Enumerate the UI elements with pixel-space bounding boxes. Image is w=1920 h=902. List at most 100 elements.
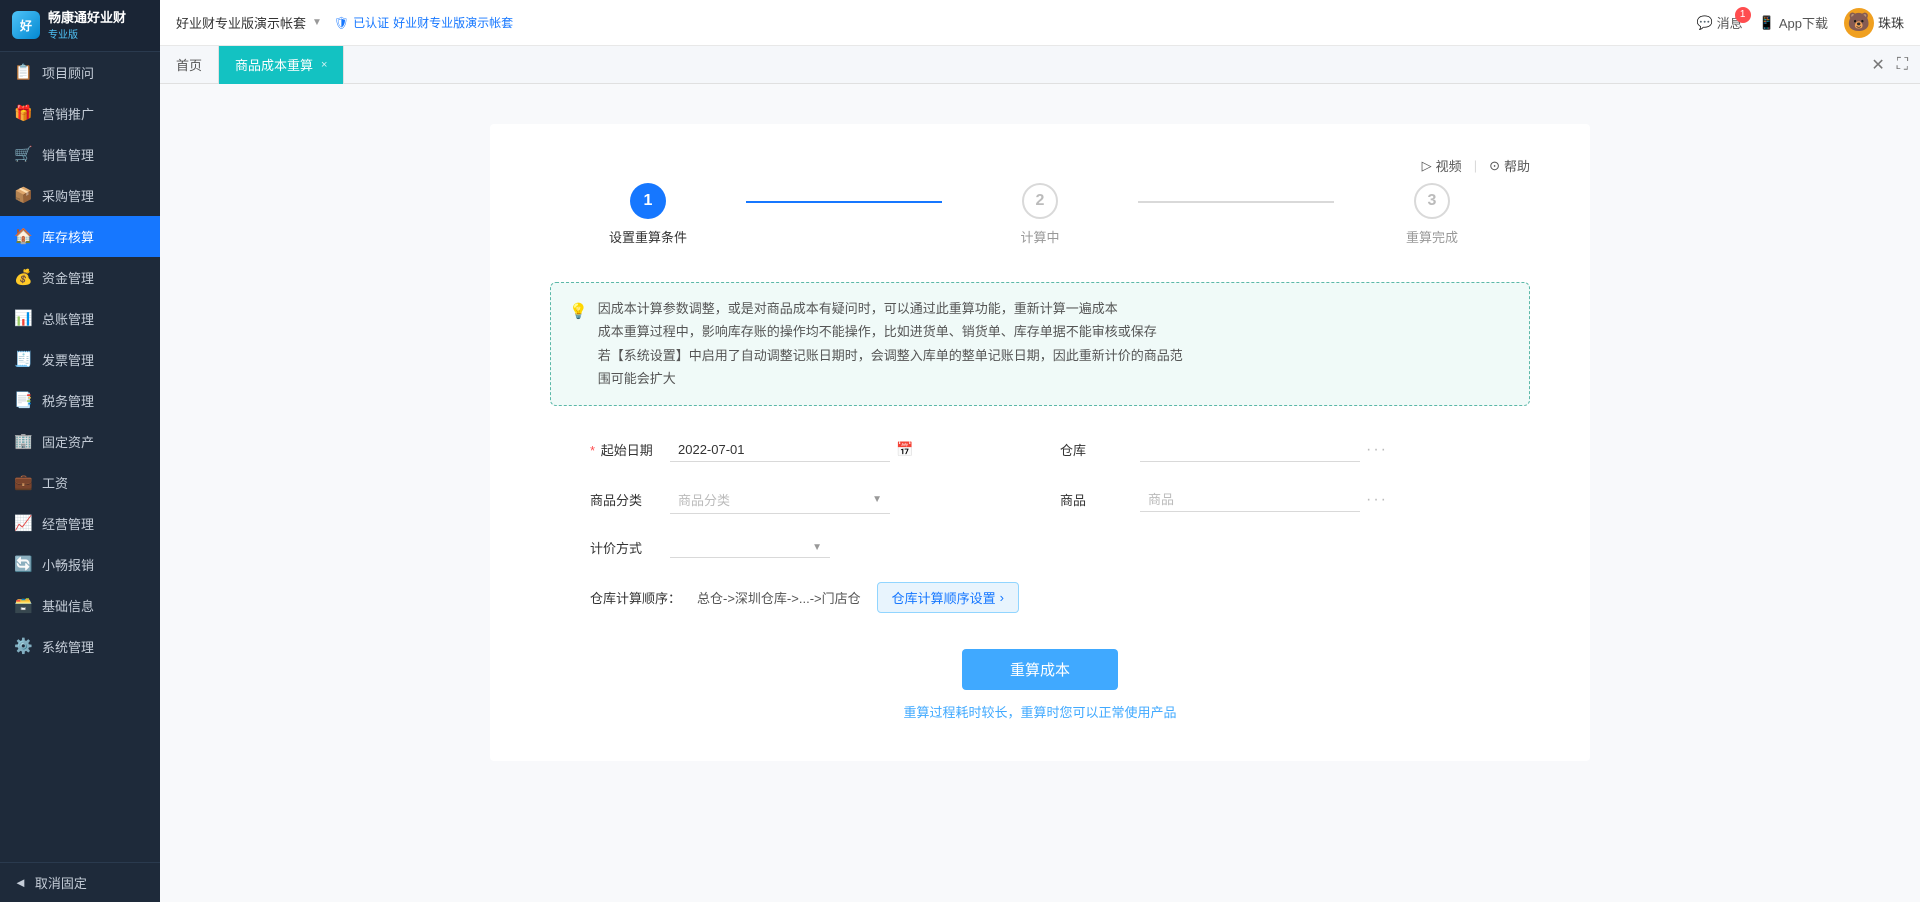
account-selector[interactable]: 好业财专业版演示帐套 ▼ [176,13,322,32]
video-link[interactable]: ▷ 视频 [1422,156,1462,175]
info-box: 💡 因成本计算参数调整，或是对商品成本有疑问时，可以通过此重算功能，重新计算一遍… [550,282,1530,406]
info-text: 因成本计算参数调整，或是对商品成本有疑问时，可以通过此重算功能，重新计算一遍成本… [598,297,1183,391]
app-title-block: 畅康通好业财 专业版 [48,10,126,41]
step-line-2 [1138,201,1334,203]
step-line-1 [746,201,942,203]
expand-button[interactable]: ⛶ [1897,56,1908,74]
step-2-label: 计算中 [1020,227,1059,246]
warehouse-order-btn-label: 仓库计算顺序设置 [892,588,996,607]
sidebar-item-basic[interactable]: 🗃️ 基础信息 [0,585,160,626]
warehouse-order-btn[interactable]: 仓库计算顺序设置 › [877,582,1019,613]
sidebar-label-system: 系统管理 [42,637,94,656]
recalc-section: 重算成本 重算过程耗时较长，重算时您可以正常使用产品 [590,649,1490,721]
shield-icon: 🛡 [334,16,349,30]
tax-icon: 📑 [14,391,32,409]
content-area: ▷ 视频 | ⊙ 帮助 1 设置重算条件 [160,84,1920,902]
stepper: 1 设置重算条件 2 计算中 3 重算完成 [550,183,1530,246]
pricing-chevron-icon: ▼ [812,542,822,553]
sidebar-nav: 📋 项目顾问 🎁 营销推广 🛒 销售管理 📦 采购管理 🏠 库存核算 💰 资金管… [0,52,160,862]
close-button[interactable]: ✕ [1871,55,1884,75]
window-controls: ✕ ⛶ [1871,55,1920,75]
product-more-icon[interactable]: ··· [1366,491,1388,509]
step-1: 1 设置重算条件 [550,183,746,246]
sidebar-label-invoice: 发票管理 [42,350,94,369]
sidebar-label-marketing: 营销推广 [42,104,94,123]
basic-icon: 🗃️ [14,596,32,614]
sidebar-label-project: 项目顾问 [42,63,94,82]
purchase-icon: 📦 [14,186,32,204]
start-date-field: * 起始日期 📅 [590,438,1020,462]
accounting-icon: 📊 [14,309,32,327]
sidebar-item-expense[interactable]: 🔄 小畅报销 [0,544,160,585]
message-button[interactable]: 💬 消息 1 [1696,13,1742,32]
sidebar-item-system[interactable]: ⚙️ 系统管理 [0,626,160,667]
finance-icon: 💰 [14,268,32,286]
pin-label: 取消固定 [35,873,87,892]
sidebar-item-invoice[interactable]: 🧾 发票管理 [0,339,160,380]
recalc-hint: 重算过程耗时较长，重算时您可以正常使用产品 [903,702,1176,721]
username: 珠珠 [1878,13,1904,32]
tabbar: 首页 商品成本重算 × ✕ ⛶ [160,46,1920,84]
verified-badge: 🛡 已认证 好业财专业版演示帐套 [334,14,513,31]
verified-account: 好业财专业版演示帐套 [393,14,513,31]
app-subtitle: 专业版 [48,26,126,41]
sidebar-item-finance[interactable]: 💰 资金管理 [0,257,160,298]
category-select[interactable]: 商品分类 ▼ [670,486,890,514]
form-row-2: 商品分类 商品分类 ▼ 商品 ··· [590,486,1490,514]
sidebar-item-marketing[interactable]: 🎁 营销推广 [0,93,160,134]
required-star: * [590,443,595,458]
info-line-2: 成本重算过程中，影响库存账的操作均不能操作，比如进货单、销货单、库存单据不能审核… [598,320,1183,343]
warehouse-more-icon[interactable]: ··· [1366,441,1388,459]
category-chevron-icon: ▼ [872,494,882,505]
inventory-icon: 🏠 [14,227,32,245]
sidebar-item-accounting[interactable]: 📊 总账管理 [0,298,160,339]
pricing-select[interactable]: ▼ [670,538,830,558]
form-section: * 起始日期 📅 仓库 ··· 商品分类 [590,438,1490,721]
sidebar-footer-pin[interactable]: ◄ 取消固定 [0,862,160,902]
sidebar-label-operations: 经营管理 [42,514,94,533]
help-link[interactable]: ⊙ 帮助 [1489,156,1530,175]
sidebar-item-purchase[interactable]: 📦 采购管理 [0,175,160,216]
product-field: 商品 ··· [1060,488,1490,512]
divider: | [1474,158,1477,173]
sidebar: 好 畅康通好业财 专业版 📋 项目顾问 🎁 营销推广 🛒 销售管理 📦 采购管理… [0,0,160,902]
sidebar-item-payroll[interactable]: 💼 工资 [0,462,160,503]
tab-home[interactable]: 首页 [160,46,219,84]
system-icon: ⚙️ [14,637,32,655]
sidebar-label-inventory: 库存核算 [42,227,94,246]
video-label: 视频 [1436,156,1462,175]
warehouse-input[interactable] [1140,438,1360,462]
product-input[interactable] [1140,488,1360,512]
app-download-button[interactable]: 📱 App下载 [1759,13,1828,32]
info-line-1: 因成本计算参数调整，或是对商品成本有疑问时，可以通过此重算功能，重新计算一遍成本 [598,297,1183,320]
recalc-button[interactable]: 重算成本 [962,649,1118,690]
warehouse-order-row: 仓库计算顺序： 总仓->深圳仓库->...->门店仓 仓库计算顺序设置 › [590,582,1490,613]
step-3: 3 重算完成 [1334,183,1530,246]
sidebar-item-operations[interactable]: 📈 经营管理 [0,503,160,544]
category-label: 商品分类 [590,490,670,509]
calendar-icon[interactable]: 📅 [896,441,913,458]
user-menu[interactable]: 🐻 珠珠 [1844,8,1904,38]
sidebar-item-project[interactable]: 📋 项目顾问 [0,52,160,93]
message-badge: 1 [1735,7,1751,23]
step-2-circle: 2 [1022,183,1058,219]
sidebar-item-tax[interactable]: 📑 税务管理 [0,380,160,421]
sidebar-item-inventory[interactable]: 🏠 库存核算 [0,216,160,257]
tab-recalc[interactable]: 商品成本重算 × [219,46,344,84]
help-label: 帮助 [1504,156,1530,175]
start-date-input[interactable] [670,438,890,462]
warehouse-field: 仓库 ··· [1060,438,1490,462]
operations-icon: 📈 [14,514,32,532]
invoice-icon: 🧾 [14,350,32,368]
step-2: 2 计算中 [942,183,1138,246]
sidebar-label-basic: 基础信息 [42,596,94,615]
app-logo: 好 [12,11,40,39]
main-area: 好业财专业版演示帐套 ▼ 🛡 已认证 好业财专业版演示帐套 💬 消息 1 📱 A… [160,0,1920,902]
sidebar-item-assets[interactable]: 🏢 固定资产 [0,421,160,462]
sidebar-label-tax: 税务管理 [42,391,94,410]
project-icon: 📋 [14,63,32,81]
pin-icon: ◄ [14,875,27,890]
tab-recalc-close-icon[interactable]: × [321,59,327,71]
account-name: 好业财专业版演示帐套 [176,13,306,32]
sidebar-item-sales[interactable]: 🛒 销售管理 [0,134,160,175]
